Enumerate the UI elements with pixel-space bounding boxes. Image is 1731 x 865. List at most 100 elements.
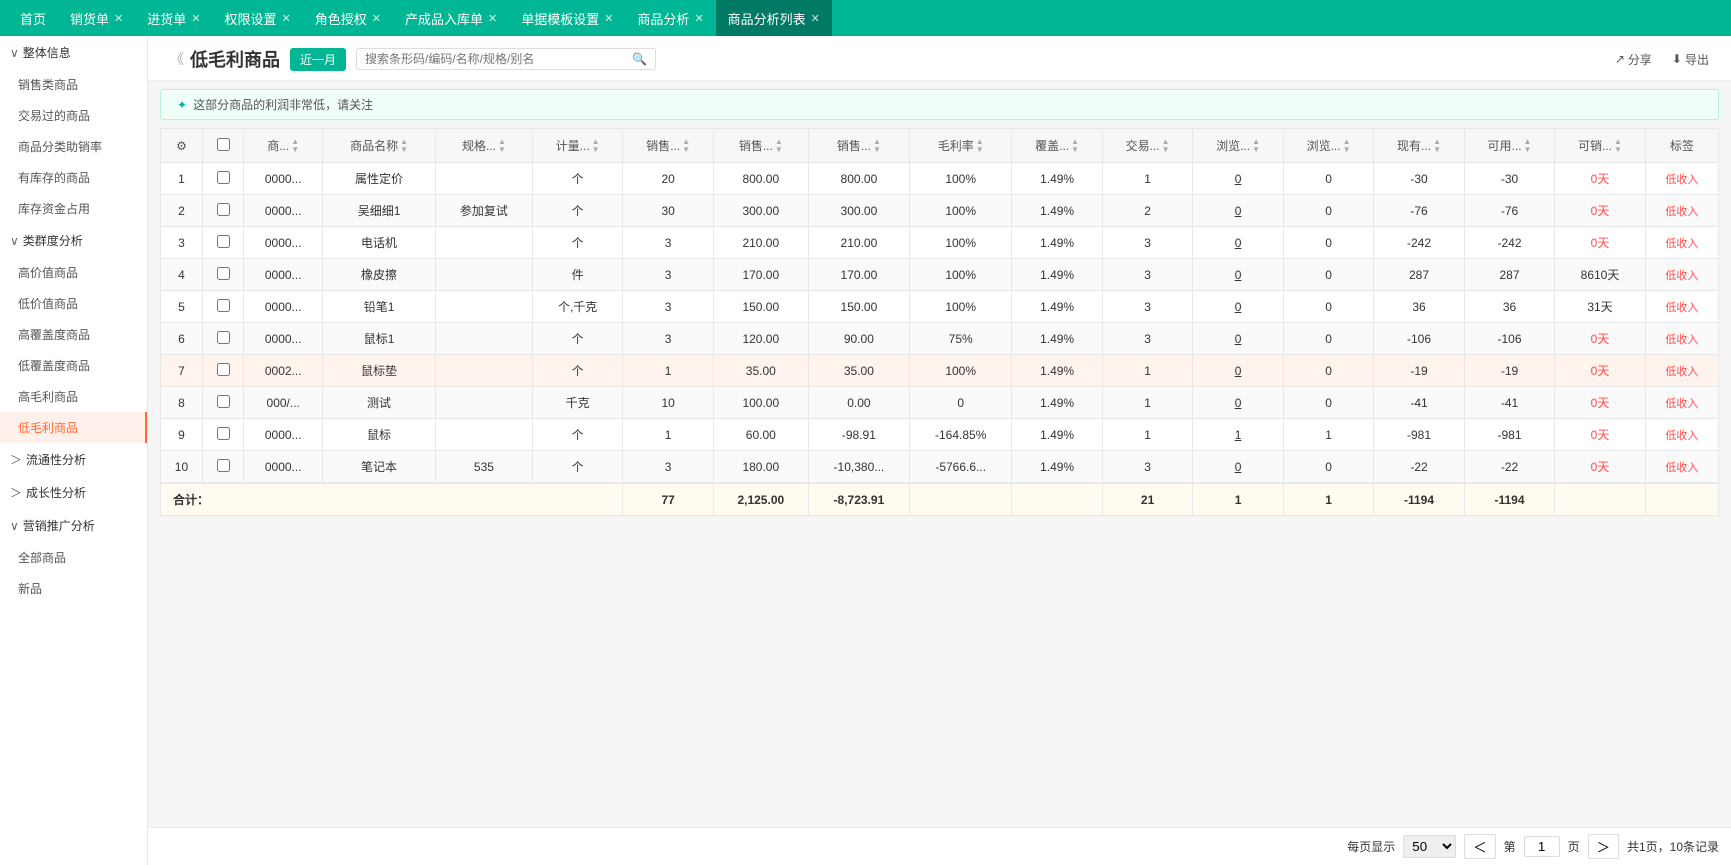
row-spec: 535: [435, 451, 532, 484]
row-browse1[interactable]: 0: [1193, 355, 1283, 387]
expand-icon: ∨: [10, 234, 19, 248]
row-browse1[interactable]: 0: [1193, 291, 1283, 323]
next-page-button[interactable]: ＞: [1588, 834, 1619, 859]
sidebar-section-marketing[interactable]: ∨ 营销推广分析: [0, 509, 147, 542]
row-trade-count: 3: [1102, 291, 1192, 323]
sales-qty-col-header[interactable]: 销售... ▲▼: [623, 129, 713, 163]
browse2-col-header[interactable]: 浏览... ▲▼: [1283, 129, 1373, 163]
row-no: 8: [161, 387, 203, 419]
row-spec: [435, 259, 532, 291]
row-code: 0002...: [244, 355, 323, 387]
row-browse1[interactable]: 0: [1193, 259, 1283, 291]
sidebar-item-sales-goods[interactable]: 销售类商品: [0, 69, 147, 100]
nav-permission-settings[interactable]: 权限设置 ✕: [212, 0, 302, 36]
coverage-col-header[interactable]: 覆盖... ▲▼: [1012, 129, 1102, 163]
sidebar-item-stock-capital[interactable]: 库存资金占用: [0, 193, 147, 224]
row-sales-qty: 30: [623, 195, 713, 227]
row-browse2: 0: [1283, 227, 1373, 259]
gross-margin-col-header[interactable]: 毛利率 ▲▼: [910, 129, 1012, 163]
row-checkbox[interactable]: [202, 163, 243, 195]
sales-profit-col-header[interactable]: 销售... ▲▼: [808, 129, 909, 163]
sidebar-collapse-button[interactable]: 《: [164, 49, 190, 69]
page-number-input[interactable]: [1524, 836, 1560, 857]
sidebar-item-high-coverage[interactable]: 高覆盖度商品: [0, 319, 147, 350]
nav-home[interactable]: 首页: [8, 0, 58, 36]
sellable-col-header[interactable]: 可销... ▲▼: [1555, 129, 1645, 163]
row-browse1[interactable]: 0: [1193, 451, 1283, 484]
spec-col-header[interactable]: 规格... ▲▼: [435, 129, 532, 163]
row-browse1[interactable]: 0: [1193, 195, 1283, 227]
search-input[interactable]: [365, 52, 632, 66]
unit-col-header[interactable]: 计量... ▲▼: [532, 129, 622, 163]
row-browse1[interactable]: 0: [1193, 163, 1283, 195]
row-browse1[interactable]: 1: [1193, 419, 1283, 451]
row-checkbox[interactable]: [202, 451, 243, 484]
row-browse1[interactable]: 0: [1193, 227, 1283, 259]
sidebar-item-low-value[interactable]: 低价值商品: [0, 288, 147, 319]
code-col-header[interactable]: 商... ▲▼: [244, 129, 323, 163]
row-checkbox[interactable]: [202, 227, 243, 259]
nav-product-analysis-list[interactable]: 商品分析列表 ✕: [716, 0, 832, 36]
close-icon[interactable]: ✕: [694, 12, 703, 25]
sidebar-section-growth[interactable]: ＞ 成长性分析: [0, 476, 147, 509]
settings-col-header[interactable]: ⚙: [161, 129, 203, 163]
filter-recent-month-button[interactable]: 近一月: [290, 48, 346, 71]
row-checkbox[interactable]: [202, 419, 243, 451]
row-browse1[interactable]: 0: [1193, 323, 1283, 355]
total-records: 共1页，10条记录: [1627, 838, 1719, 855]
available-col-header[interactable]: 可用... ▲▼: [1464, 129, 1554, 163]
search-icon[interactable]: 🔍: [632, 52, 647, 66]
sidebar-item-low-coverage[interactable]: 低覆盖度商品: [0, 350, 147, 381]
name-col-header[interactable]: 商品名称 ▲▼: [323, 129, 436, 163]
sidebar-item-category-rate[interactable]: 商品分类助销率: [0, 131, 147, 162]
table-row: 2 0000... 吴细细1 参加复试 个 30 300.00 300.00 1…: [161, 195, 1719, 227]
nav-purchase-order[interactable]: 进货单 ✕: [135, 0, 212, 36]
sidebar-section-cluster[interactable]: ∨ 类群度分析: [0, 224, 147, 257]
row-checkbox[interactable]: [202, 259, 243, 291]
checkbox-col-header[interactable]: [202, 129, 243, 163]
close-icon[interactable]: ✕: [811, 12, 820, 25]
tag-col-header[interactable]: 标签: [1645, 129, 1718, 163]
row-sales-profit: 170.00: [808, 259, 909, 291]
close-icon[interactable]: ✕: [488, 12, 497, 25]
nav-sales-order[interactable]: 销货单 ✕: [58, 0, 135, 36]
close-icon[interactable]: ✕: [191, 12, 200, 25]
nav-product-analysis[interactable]: 商品分析 ✕: [625, 0, 715, 36]
browse1-col-header[interactable]: 浏览... ▲▼: [1193, 129, 1283, 163]
sales-amt-col-header[interactable]: 销售... ▲▼: [713, 129, 808, 163]
row-current-stock: -41: [1374, 387, 1464, 419]
row-checkbox[interactable]: [202, 291, 243, 323]
close-icon[interactable]: ✕: [282, 12, 291, 25]
row-unit: 个,千克: [532, 291, 622, 323]
sidebar-section-overall[interactable]: ∨ 整体信息: [0, 36, 147, 69]
row-checkbox[interactable]: [202, 323, 243, 355]
sidebar-item-traded-goods[interactable]: 交易过的商品: [0, 100, 147, 131]
nav-template-settings[interactable]: 单据模板设置 ✕: [509, 0, 625, 36]
select-all-checkbox[interactable]: [217, 138, 230, 151]
footer-gross-margin: [910, 483, 1012, 516]
row-available: -22: [1464, 451, 1554, 484]
close-icon[interactable]: ✕: [114, 12, 123, 25]
row-checkbox[interactable]: [202, 355, 243, 387]
close-icon[interactable]: ✕: [604, 12, 613, 25]
sidebar-item-high-margin[interactable]: 高毛利商品: [0, 381, 147, 412]
current-stock-col-header[interactable]: 现有... ▲▼: [1374, 129, 1464, 163]
share-button[interactable]: ↗ 分享: [1609, 48, 1658, 71]
row-browse1[interactable]: 0: [1193, 387, 1283, 419]
sidebar-section-flow[interactable]: ＞ 流通性分析: [0, 443, 147, 476]
sidebar-item-all-products[interactable]: 全部商品: [0, 542, 147, 573]
nav-product-warehousing[interactable]: 产成品入库单 ✕: [393, 0, 509, 36]
trade-count-col-header[interactable]: 交易... ▲▼: [1102, 129, 1192, 163]
sidebar-item-low-margin[interactable]: 低毛利商品: [0, 412, 147, 443]
sidebar-item-high-value[interactable]: 高价值商品: [0, 257, 147, 288]
row-checkbox[interactable]: [202, 195, 243, 227]
export-button[interactable]: ⬇ 导出: [1666, 48, 1715, 71]
footer-sales-profit: -8,723.91: [808, 483, 909, 516]
sidebar-item-new-products[interactable]: 新品: [0, 573, 147, 604]
sidebar-item-in-stock[interactable]: 有库存的商品: [0, 162, 147, 193]
row-checkbox[interactable]: [202, 387, 243, 419]
per-page-select[interactable]: 50 100 200: [1403, 835, 1456, 858]
close-icon[interactable]: ✕: [372, 12, 381, 25]
prev-page-button[interactable]: ＜: [1464, 834, 1495, 859]
nav-role-auth[interactable]: 角色授权 ✕: [303, 0, 393, 36]
